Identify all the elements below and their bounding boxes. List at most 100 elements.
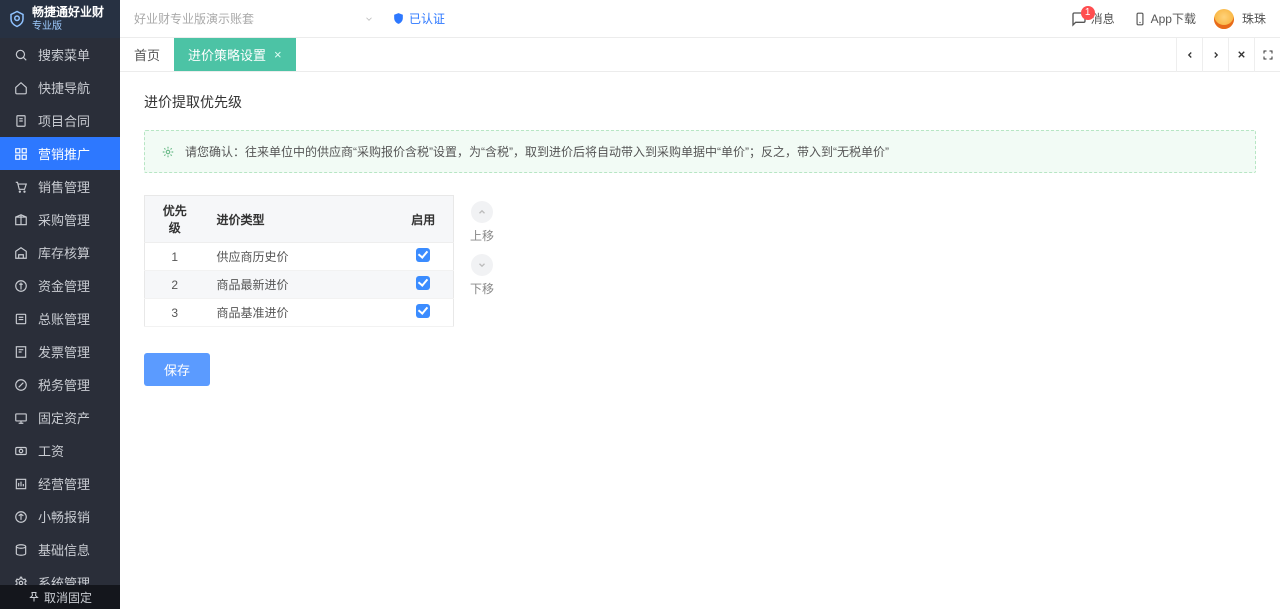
row-reorder-controls: 上移 下移 bbox=[470, 195, 494, 297]
enable-checkbox[interactable] bbox=[416, 248, 430, 262]
chevron-up-icon bbox=[477, 207, 487, 217]
grid-icon bbox=[14, 147, 28, 161]
sidebar-item-label: 采购管理 bbox=[38, 210, 90, 229]
enable-checkbox[interactable] bbox=[416, 276, 430, 290]
sidebar-item-label: 税务管理 bbox=[38, 375, 90, 394]
account-name: 好业财专业版演示账套 bbox=[134, 10, 254, 27]
page-content: 进价提取优先级 请您确认：往来单位中的供应商“采购报价含税”设置，为“含税”，取… bbox=[120, 72, 1280, 609]
pin-icon bbox=[28, 591, 40, 603]
cell-priority: 3 bbox=[145, 299, 205, 327]
user-menu[interactable]: 珠珠 bbox=[1214, 9, 1266, 29]
report-icon bbox=[14, 477, 28, 491]
account-selector[interactable]: 好业财专业版演示账套 bbox=[134, 10, 374, 27]
cell-type: 商品基准进价 bbox=[205, 299, 394, 327]
tab-next-button[interactable] bbox=[1202, 38, 1228, 72]
col-priority: 优先级 bbox=[145, 196, 205, 243]
close-icon bbox=[1236, 49, 1247, 60]
info-alert: 请您确认：往来单位中的供应商“采购报价含税”设置，为“含税”，取到进价后将自动带… bbox=[144, 130, 1256, 173]
brand-logo: 畅捷通好业财 专业版 bbox=[0, 0, 120, 38]
brand-icon bbox=[8, 10, 26, 28]
move-up-button[interactable] bbox=[471, 201, 493, 223]
sidebar-item-label: 库存核算 bbox=[38, 243, 90, 262]
sidebar-item-project[interactable]: 项目合同 bbox=[0, 104, 120, 137]
tab-price-strategy[interactable]: 进价策略设置 × bbox=[174, 38, 296, 71]
sidebar-item-search[interactable]: 搜索菜单 bbox=[0, 38, 120, 71]
sidebar-item-reimburse[interactable]: 小畅报销 bbox=[0, 500, 120, 533]
table-row[interactable]: 2 商品最新进价 bbox=[145, 271, 454, 299]
sidebar-item-label: 搜索菜单 bbox=[38, 45, 90, 64]
coin-icon bbox=[14, 279, 28, 293]
sidebar-item-assets[interactable]: 固定资产 bbox=[0, 401, 120, 434]
reimburse-icon bbox=[14, 510, 28, 524]
sidebar-item-label: 销售管理 bbox=[38, 177, 90, 196]
sidebar-item-invoice[interactable]: 发票管理 bbox=[0, 335, 120, 368]
sidebar-item-basics[interactable]: 基础信息 bbox=[0, 533, 120, 566]
chevron-right-icon bbox=[1211, 50, 1221, 60]
tab-close-all-button[interactable] bbox=[1228, 38, 1254, 72]
sidebar-item-label: 资金管理 bbox=[38, 276, 90, 295]
move-down-button[interactable] bbox=[471, 254, 493, 276]
expand-icon bbox=[1262, 49, 1274, 61]
sidebar-item-label: 系统管理 bbox=[38, 573, 90, 585]
sidebar-item-tax[interactable]: 税务管理 bbox=[0, 368, 120, 401]
app-download-button[interactable]: App下载 bbox=[1133, 10, 1196, 27]
save-button[interactable]: 保存 bbox=[144, 353, 210, 386]
tab-controls bbox=[1176, 38, 1280, 71]
db-icon bbox=[14, 543, 28, 557]
sidebar-item-label: 经营管理 bbox=[38, 474, 90, 493]
avatar bbox=[1214, 9, 1234, 29]
sidebar-item-label: 营销推广 bbox=[38, 144, 90, 163]
sidebar-item-label: 固定资产 bbox=[38, 408, 90, 427]
sidebar-item-label: 项目合同 bbox=[38, 111, 90, 130]
home-icon bbox=[14, 81, 28, 95]
col-enabled: 启用 bbox=[394, 196, 454, 243]
page-title: 进价提取优先级 bbox=[144, 92, 1256, 112]
sidebar-item-marketing[interactable]: 营销推广 bbox=[0, 137, 120, 170]
sidebar-item-funds[interactable]: 资金管理 bbox=[0, 269, 120, 302]
messages-button[interactable]: 消息 1 bbox=[1071, 10, 1115, 27]
tax-icon bbox=[14, 378, 28, 392]
table-row[interactable]: 1 供应商历史价 bbox=[145, 243, 454, 271]
shield-icon bbox=[392, 12, 405, 25]
invoice-icon bbox=[14, 345, 28, 359]
info-icon bbox=[161, 145, 175, 159]
sidebar-pin-label: 取消固定 bbox=[44, 589, 92, 606]
tab-fullscreen-button[interactable] bbox=[1254, 38, 1280, 72]
cert-badge[interactable]: 已认证 bbox=[392, 10, 445, 27]
chevron-down-icon bbox=[477, 260, 487, 270]
cart-icon bbox=[14, 180, 28, 194]
salary-icon bbox=[14, 444, 28, 458]
enable-checkbox[interactable] bbox=[416, 304, 430, 318]
topbar: 好业财专业版演示账套 已认证 消息 1 App下载 珠珠 bbox=[120, 0, 1280, 38]
tab-prev-button[interactable] bbox=[1176, 38, 1202, 72]
sidebar-item-purchase[interactable]: 采购管理 bbox=[0, 203, 120, 236]
cell-priority: 2 bbox=[145, 271, 205, 299]
sidebar-item-system[interactable]: 系统管理 bbox=[0, 566, 120, 585]
sidebar-item-quicknav[interactable]: 快捷导航 bbox=[0, 71, 120, 104]
sidebar-menu: 搜索菜单 快捷导航 项目合同 营销推广 销售管理 采购管理 库存核算 资金管理 bbox=[0, 38, 120, 585]
asset-icon bbox=[14, 411, 28, 425]
warehouse-icon bbox=[14, 246, 28, 260]
sidebar-item-label: 基础信息 bbox=[38, 540, 90, 559]
user-name: 珠珠 bbox=[1242, 10, 1266, 27]
sidebar: 畅捷通好业财 专业版 搜索菜单 快捷导航 项目合同 营销推广 销售管理 采购管理 bbox=[0, 0, 120, 609]
sidebar-item-sales[interactable]: 销售管理 bbox=[0, 170, 120, 203]
col-type: 进价类型 bbox=[205, 196, 394, 243]
sidebar-item-inventory[interactable]: 库存核算 bbox=[0, 236, 120, 269]
sidebar-item-ledger[interactable]: 总账管理 bbox=[0, 302, 120, 335]
sidebar-pin-toggle[interactable]: 取消固定 bbox=[0, 585, 120, 609]
box-icon bbox=[14, 213, 28, 227]
tab-bar: 首页 进价策略设置 × bbox=[120, 38, 1280, 72]
sidebar-item-salary[interactable]: 工资 bbox=[0, 434, 120, 467]
sidebar-item-label: 快捷导航 bbox=[38, 78, 90, 97]
doc-icon bbox=[14, 114, 28, 128]
table-row[interactable]: 3 商品基准进价 bbox=[145, 299, 454, 327]
tab-home[interactable]: 首页 bbox=[120, 38, 174, 71]
cell-type: 供应商历史价 bbox=[205, 243, 394, 271]
tab-close-button[interactable]: × bbox=[274, 47, 282, 62]
app-download-label: App下载 bbox=[1151, 10, 1196, 27]
sidebar-item-label: 总账管理 bbox=[38, 309, 90, 328]
sidebar-item-operation[interactable]: 经营管理 bbox=[0, 467, 120, 500]
gear-icon bbox=[14, 576, 28, 586]
ledger-icon bbox=[14, 312, 28, 326]
